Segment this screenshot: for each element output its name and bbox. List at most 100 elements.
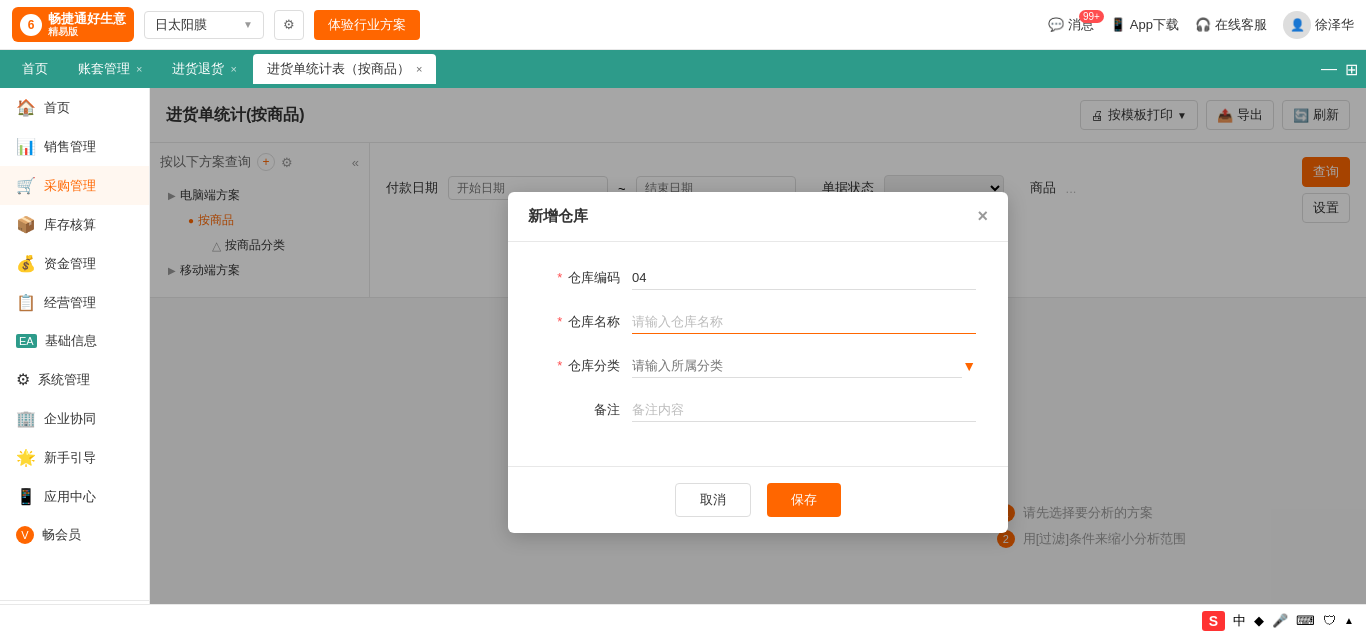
- sidebar-item-sales-label: 销售管理: [44, 138, 96, 156]
- modal-title: 新增仓库: [528, 207, 588, 226]
- sales-icon: 📊: [16, 137, 36, 156]
- enterprise-icon: 🏢: [16, 409, 36, 428]
- tab-accounts[interactable]: 账套管理 ×: [64, 54, 156, 84]
- sidebar-item-home-label: 首页: [44, 99, 70, 117]
- membership-icon: V: [16, 526, 34, 544]
- name-row: * 仓库名称: [540, 310, 976, 334]
- logo-text: 畅捷通好生意 精易版: [48, 11, 126, 39]
- category-label: * 仓库分类: [540, 357, 620, 375]
- trial-button[interactable]: 体验行业方案: [314, 10, 420, 40]
- logo-main: 畅捷通好生意: [48, 11, 126, 27]
- tab-bar: 首页 账套管理 × 进货退货 × 进货单统计表（按商品） × — ⊞: [0, 50, 1366, 88]
- tab-bar-right: — ⊞: [1321, 60, 1358, 79]
- chevron-icon: ▼: [243, 19, 253, 30]
- tab-purchase-stats-close[interactable]: ×: [416, 63, 422, 75]
- app-download-item[interactable]: 📱 App下载: [1110, 16, 1179, 34]
- app-download-label: App下载: [1130, 16, 1179, 34]
- note-row: 备注: [540, 398, 976, 422]
- code-row: * 仓库编码: [540, 266, 976, 290]
- brand-s-icon: S: [1202, 611, 1225, 631]
- code-label: * 仓库编码: [540, 269, 620, 287]
- message-icon: 💬: [1048, 17, 1064, 32]
- sidebar-item-system[interactable]: ⚙ 系统管理: [0, 360, 149, 399]
- name-label: * 仓库名称: [540, 313, 620, 331]
- logo-area: 6 畅捷通好生意 精易版: [12, 7, 134, 43]
- sidebar-item-apps[interactable]: 📱 应用中心: [0, 477, 149, 516]
- modal-body: * 仓库编码 * 仓库名称: [508, 242, 1008, 466]
- sidebar-item-system-label: 系统管理: [38, 371, 90, 389]
- store-name: 日太阳膜: [155, 16, 207, 34]
- modal-overlay: 新增仓库 × * 仓库编码 *: [150, 88, 1366, 636]
- tab-max-icon[interactable]: ⊞: [1345, 60, 1358, 79]
- sidebar-item-finance[interactable]: 💰 资金管理: [0, 244, 149, 283]
- name-input[interactable]: [632, 310, 976, 334]
- sidebar-item-membership[interactable]: V 畅会员: [0, 516, 149, 554]
- sidebar-item-purchase-label: 采购管理: [44, 177, 96, 195]
- footer-dot-icon[interactable]: ◆: [1254, 613, 1264, 628]
- sidebar-item-home[interactable]: 🏠 首页: [0, 88, 149, 127]
- avatar: 👤: [1283, 11, 1311, 39]
- note-label: 备注: [540, 401, 620, 419]
- tab-home[interactable]: 首页: [8, 54, 62, 84]
- modal-header: 新增仓库 ×: [508, 192, 1008, 242]
- sidebar-item-finance-label: 资金管理: [44, 255, 96, 273]
- sidebar-item-sales[interactable]: 📊 销售管理: [0, 127, 149, 166]
- note-input[interactable]: [632, 398, 976, 422]
- bottom-footer: S 中 ◆ 🎤 ⌨ 🛡 ▲: [0, 604, 1366, 636]
- cancel-button[interactable]: 取消: [675, 483, 751, 517]
- category-dropdown-icon[interactable]: ▼: [962, 358, 976, 374]
- category-input[interactable]: [632, 354, 962, 378]
- sidebar-item-enterprise[interactable]: 🏢 企业协同: [0, 399, 149, 438]
- sidebar-item-guide[interactable]: 🌟 新手引导: [0, 438, 149, 477]
- sidebar-item-enterprise-label: 企业协同: [44, 410, 96, 428]
- settings-gear-button[interactable]: ⚙: [274, 10, 304, 40]
- sidebar-item-inventory[interactable]: 📦 库存核算: [0, 205, 149, 244]
- phone-icon: 📱: [1110, 17, 1126, 32]
- service-label: 在线客服: [1215, 16, 1267, 34]
- footer-mic-icon[interactable]: 🎤: [1272, 613, 1288, 628]
- content-area: 进货单统计(按商品) 🖨 按模板打印 ▼ 📤 导出 🔄 刷新: [150, 88, 1366, 636]
- sidebar-item-base-info-label: 基础信息: [45, 332, 97, 350]
- footer-keyboard-icon[interactable]: ⌨: [1296, 613, 1315, 628]
- category-select-row: ▼: [632, 354, 976, 378]
- sidebar-item-inventory-label: 库存核算: [44, 216, 96, 234]
- finance-icon: 💰: [16, 254, 36, 273]
- main-layout: 🏠 首页 📊 销售管理 🛒 采购管理 📦 库存核算 💰 资金管理 📋 经营管理 …: [0, 88, 1366, 636]
- service-item[interactable]: 🎧 在线客服: [1195, 16, 1267, 34]
- apps-icon: 📱: [16, 487, 36, 506]
- name-required-mark: *: [557, 314, 562, 329]
- sidebar-item-membership-label: 畅会员: [42, 526, 81, 544]
- system-icon: ⚙: [16, 370, 30, 389]
- sidebar-item-guide-label: 新手引导: [44, 449, 96, 467]
- save-button[interactable]: 保存: [767, 483, 841, 517]
- category-required-mark: *: [557, 358, 562, 373]
- sidebar-item-operations[interactable]: 📋 经营管理: [0, 283, 149, 322]
- category-row: * 仓库分类 ▼: [540, 354, 976, 378]
- sidebar-item-base-info[interactable]: EA 基础信息: [0, 322, 149, 360]
- modal: 新增仓库 × * 仓库编码 *: [508, 192, 1008, 533]
- tab-accounts-close[interactable]: ×: [136, 63, 142, 75]
- base-info-icon: EA: [16, 334, 37, 348]
- code-input[interactable]: [632, 266, 976, 290]
- modal-close-button[interactable]: ×: [977, 206, 988, 227]
- logo-sub: 精易版: [48, 26, 126, 38]
- guide-icon: 🌟: [16, 448, 36, 467]
- tab-accounts-label: 账套管理: [78, 60, 130, 78]
- tab-purchase-return[interactable]: 进货退货 ×: [158, 54, 250, 84]
- footer-chinese-icon[interactable]: 中: [1233, 612, 1246, 630]
- tab-home-label: 首页: [22, 60, 48, 78]
- tab-purchase-return-close[interactable]: ×: [230, 63, 236, 75]
- purchase-icon: 🛒: [16, 176, 36, 195]
- footer-chevron-icon[interactable]: ▲: [1344, 615, 1354, 626]
- footer-shield-icon[interactable]: 🛡: [1323, 613, 1336, 628]
- store-selector[interactable]: 日太阳膜 ▼: [144, 11, 264, 39]
- code-required-mark: *: [557, 270, 562, 285]
- tab-purchase-return-label: 进货退货: [172, 60, 224, 78]
- inventory-icon: 📦: [16, 215, 36, 234]
- tab-min-icon[interactable]: —: [1321, 60, 1337, 78]
- home-icon: 🏠: [16, 98, 36, 117]
- message-item[interactable]: 💬 消息 99+: [1048, 16, 1094, 34]
- sidebar-item-purchase[interactable]: 🛒 采购管理: [0, 166, 149, 205]
- user-item[interactable]: 👤 徐泽华: [1283, 11, 1354, 39]
- tab-purchase-stats[interactable]: 进货单统计表（按商品） ×: [253, 54, 436, 84]
